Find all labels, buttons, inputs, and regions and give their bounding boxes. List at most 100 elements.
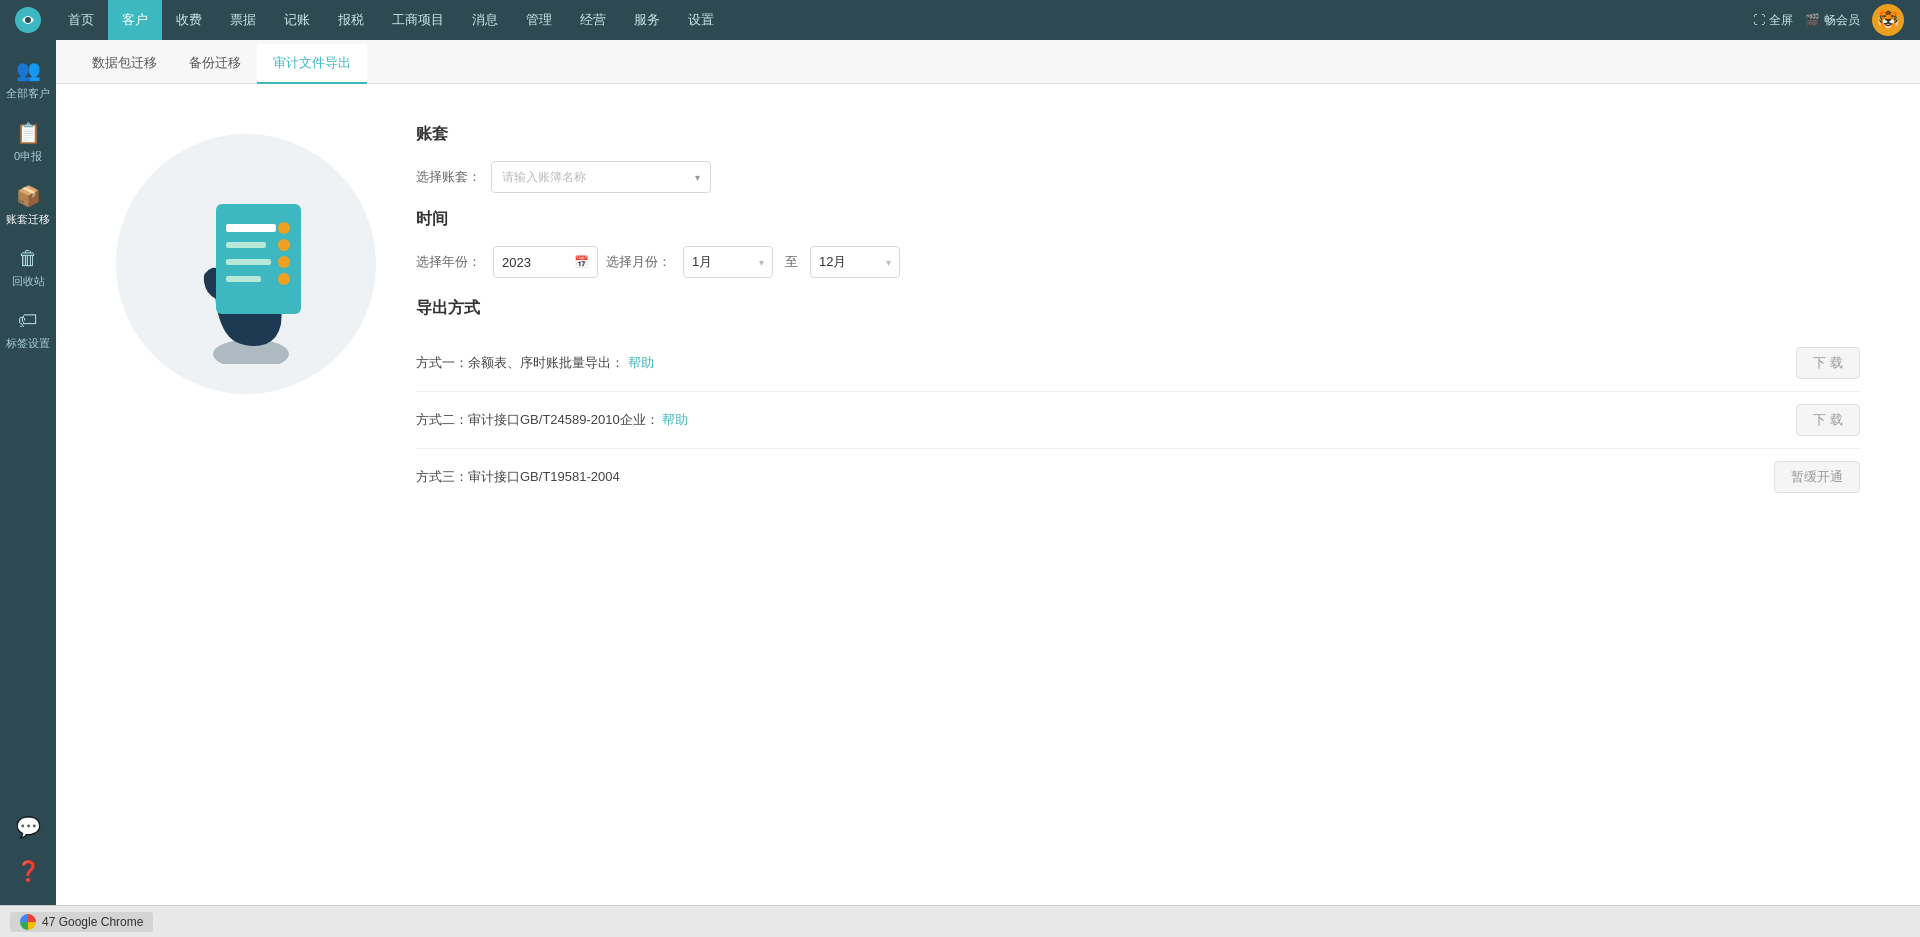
nav-items: 首页 客户 收费 票据 记账 报税 工商项目 消息 管理 经营 服务 设置 bbox=[54, 0, 1753, 40]
method-3-open-button[interactable]: 暂缓开通 bbox=[1774, 461, 1860, 493]
export-method-3: 方式三：审计接口GB/T19581-2004 暂缓开通 bbox=[416, 449, 1860, 505]
sidebar-item-tag-settings[interactable]: 🏷 标签设置 bbox=[0, 299, 56, 361]
export-method-2: 方式二：审计接口GB/T24589-2010企业： 帮助 下 载 bbox=[416, 392, 1860, 449]
tab-audit-export[interactable]: 审计文件导出 bbox=[257, 44, 367, 84]
svg-rect-7 bbox=[226, 276, 261, 282]
nav-bookkeeping[interactable]: 记账 bbox=[270, 0, 324, 40]
user-avatar[interactable]: 🐯 bbox=[1872, 4, 1904, 36]
svg-point-11 bbox=[278, 273, 290, 285]
account-select[interactable]: 请输入账簿名称 ▾ bbox=[491, 161, 711, 193]
month-start-arrow: ▾ bbox=[759, 257, 764, 268]
svg-point-8 bbox=[278, 222, 290, 234]
fullscreen-icon: ⛶ bbox=[1753, 13, 1765, 27]
account-dropdown-arrow: ▾ bbox=[695, 172, 700, 183]
tag-settings-icon: 🏷 bbox=[18, 309, 38, 332]
export-section: 导出方式 方式一：余额表、序时账批量导出： 帮助 下 载 方式二：审计接口GB/… bbox=[416, 298, 1860, 505]
svg-rect-4 bbox=[226, 224, 276, 232]
taskbar: 47 Google Chrome bbox=[0, 905, 1920, 937]
chrome-icon bbox=[20, 914, 36, 930]
sidebar-item-zero-declare-label: 0申报 bbox=[14, 149, 42, 164]
sidebar-item-all-customers-label: 全部客户 bbox=[6, 86, 50, 101]
fullscreen-button[interactable]: ⛶ 全屏 bbox=[1753, 12, 1793, 29]
month-start-value: 1月 bbox=[692, 253, 712, 271]
method-1-label: 方式一：余额表、序时账批量导出： bbox=[416, 355, 624, 370]
taskbar-chrome-item[interactable]: 47 Google Chrome bbox=[10, 912, 153, 932]
vip-label: 畅会员 bbox=[1824, 12, 1860, 29]
tab-data-migration[interactable]: 数据包迁移 bbox=[76, 44, 173, 84]
method-1-help-link[interactable]: 帮助 bbox=[628, 355, 654, 370]
content-area: 数据包迁移 备份迁移 审计文件导出 bbox=[56, 40, 1920, 905]
illustration-area bbox=[96, 114, 396, 875]
month-end-select[interactable]: 12月 ▾ bbox=[810, 246, 900, 278]
method-1-text: 方式一：余额表、序时账批量导出： 帮助 bbox=[416, 354, 654, 372]
account-section-title: 账套 bbox=[416, 124, 1860, 145]
svg-point-1 bbox=[25, 17, 31, 23]
time-section: 时间 选择年份： 2023 📅 选择月份： 1月 ▾ 至 bbox=[416, 209, 1860, 278]
year-value: 2023 bbox=[502, 255, 531, 270]
tab-backup-migration[interactable]: 备份迁移 bbox=[173, 44, 257, 84]
form-area: 账套 选择账套： 请输入账簿名称 ▾ 时间 选择年份： bbox=[396, 114, 1880, 875]
sidebar-item-help[interactable]: ❓ bbox=[0, 849, 56, 893]
svg-point-9 bbox=[278, 239, 290, 251]
sidebar-item-recycle-label: 回收站 bbox=[12, 274, 45, 289]
nav-business[interactable]: 工商项目 bbox=[378, 0, 458, 40]
message-bottom-icon: 💬 bbox=[16, 815, 41, 839]
sidebar-item-zero-declare[interactable]: 📋 0申报 bbox=[0, 111, 56, 174]
method-3-text: 方式三：审计接口GB/T19581-2004 bbox=[416, 468, 620, 486]
calendar-icon: 📅 bbox=[574, 255, 589, 269]
sidebar-item-account-migrate[interactable]: 📦 账套迁移 bbox=[0, 174, 56, 237]
sidebar-item-message[interactable]: 💬 bbox=[0, 805, 56, 849]
sidebar-item-recycle[interactable]: 🗑 回收站 bbox=[0, 237, 56, 299]
nav-home[interactable]: 首页 bbox=[54, 0, 108, 40]
sidebar-item-account-migrate-label: 账套迁移 bbox=[6, 212, 50, 227]
month-end-value: 12月 bbox=[819, 253, 846, 271]
page-content: 账套 选择账套： 请输入账簿名称 ▾ 时间 选择年份： bbox=[56, 84, 1920, 905]
nav-fee[interactable]: 收费 bbox=[162, 0, 216, 40]
export-method-1: 方式一：余额表、序时账批量导出： 帮助 下 载 bbox=[416, 335, 1860, 392]
method-3-label: 方式三：审计接口GB/T19581-2004 bbox=[416, 469, 620, 484]
top-nav: 首页 客户 收费 票据 记账 报税 工商项目 消息 管理 经营 服务 设置 ⛶ … bbox=[0, 0, 1920, 40]
nav-customer[interactable]: 客户 bbox=[108, 0, 162, 40]
svg-point-10 bbox=[278, 256, 290, 268]
nav-service[interactable]: 服务 bbox=[620, 0, 674, 40]
main-layout: 👥 全部客户 📋 0申报 📦 账套迁移 🗑 回收站 🏷 标签设置 💬 ❓ bbox=[0, 40, 1920, 905]
vip-button[interactable]: 🎬 畅会员 bbox=[1805, 12, 1860, 29]
account-form-row: 选择账套： 请输入账簿名称 ▾ bbox=[416, 161, 1860, 193]
illustration-svg bbox=[156, 164, 336, 364]
sidebar-item-all-customers[interactable]: 👥 全部客户 bbox=[0, 48, 56, 111]
top-nav-right: ⛶ 全屏 🎬 畅会员 🐯 bbox=[1753, 4, 1920, 36]
tabs-bar: 数据包迁移 备份迁移 审计文件导出 bbox=[56, 40, 1920, 84]
method-2-help-link[interactable]: 帮助 bbox=[662, 412, 688, 427]
vip-icon: 🎬 bbox=[1805, 13, 1820, 27]
help-bottom-icon: ❓ bbox=[16, 859, 41, 883]
svg-rect-5 bbox=[226, 242, 266, 248]
svg-rect-6 bbox=[226, 259, 271, 265]
time-separator: 至 bbox=[781, 253, 802, 271]
nav-manage[interactable]: 管理 bbox=[512, 0, 566, 40]
method-2-text: 方式二：审计接口GB/T24589-2010企业： 帮助 bbox=[416, 411, 688, 429]
account-section: 账套 选择账套： 请输入账簿名称 ▾ bbox=[416, 124, 1860, 193]
account-label: 选择账套： bbox=[416, 168, 481, 186]
time-section-title: 时间 bbox=[416, 209, 1860, 230]
nav-invoice[interactable]: 票据 bbox=[216, 0, 270, 40]
nav-tax[interactable]: 报税 bbox=[324, 0, 378, 40]
month-start-select[interactable]: 1月 ▾ bbox=[683, 246, 773, 278]
nav-message[interactable]: 消息 bbox=[458, 0, 512, 40]
fullscreen-label: 全屏 bbox=[1769, 12, 1793, 29]
illustration-circle bbox=[116, 134, 376, 394]
year-input[interactable]: 2023 📅 bbox=[493, 246, 598, 278]
app-logo bbox=[10, 2, 46, 38]
sidebar: 👥 全部客户 📋 0申报 📦 账套迁移 🗑 回收站 🏷 标签设置 💬 ❓ bbox=[0, 40, 56, 905]
year-label: 选择年份： bbox=[416, 253, 481, 271]
account-placeholder: 请输入账簿名称 bbox=[502, 169, 586, 186]
nav-settings[interactable]: 设置 bbox=[674, 0, 728, 40]
method-2-download-button[interactable]: 下 载 bbox=[1796, 404, 1860, 436]
taskbar-chrome-label: 47 Google Chrome bbox=[42, 915, 143, 929]
time-row: 选择年份： 2023 📅 选择月份： 1月 ▾ 至 12月 bbox=[416, 246, 1860, 278]
month-end-arrow: ▾ bbox=[886, 257, 891, 268]
sidebar-item-tag-settings-label: 标签设置 bbox=[6, 336, 50, 351]
nav-operation[interactable]: 经营 bbox=[566, 0, 620, 40]
method-1-download-button[interactable]: 下 载 bbox=[1796, 347, 1860, 379]
account-migrate-icon: 📦 bbox=[16, 184, 41, 208]
all-customers-icon: 👥 bbox=[16, 58, 41, 82]
